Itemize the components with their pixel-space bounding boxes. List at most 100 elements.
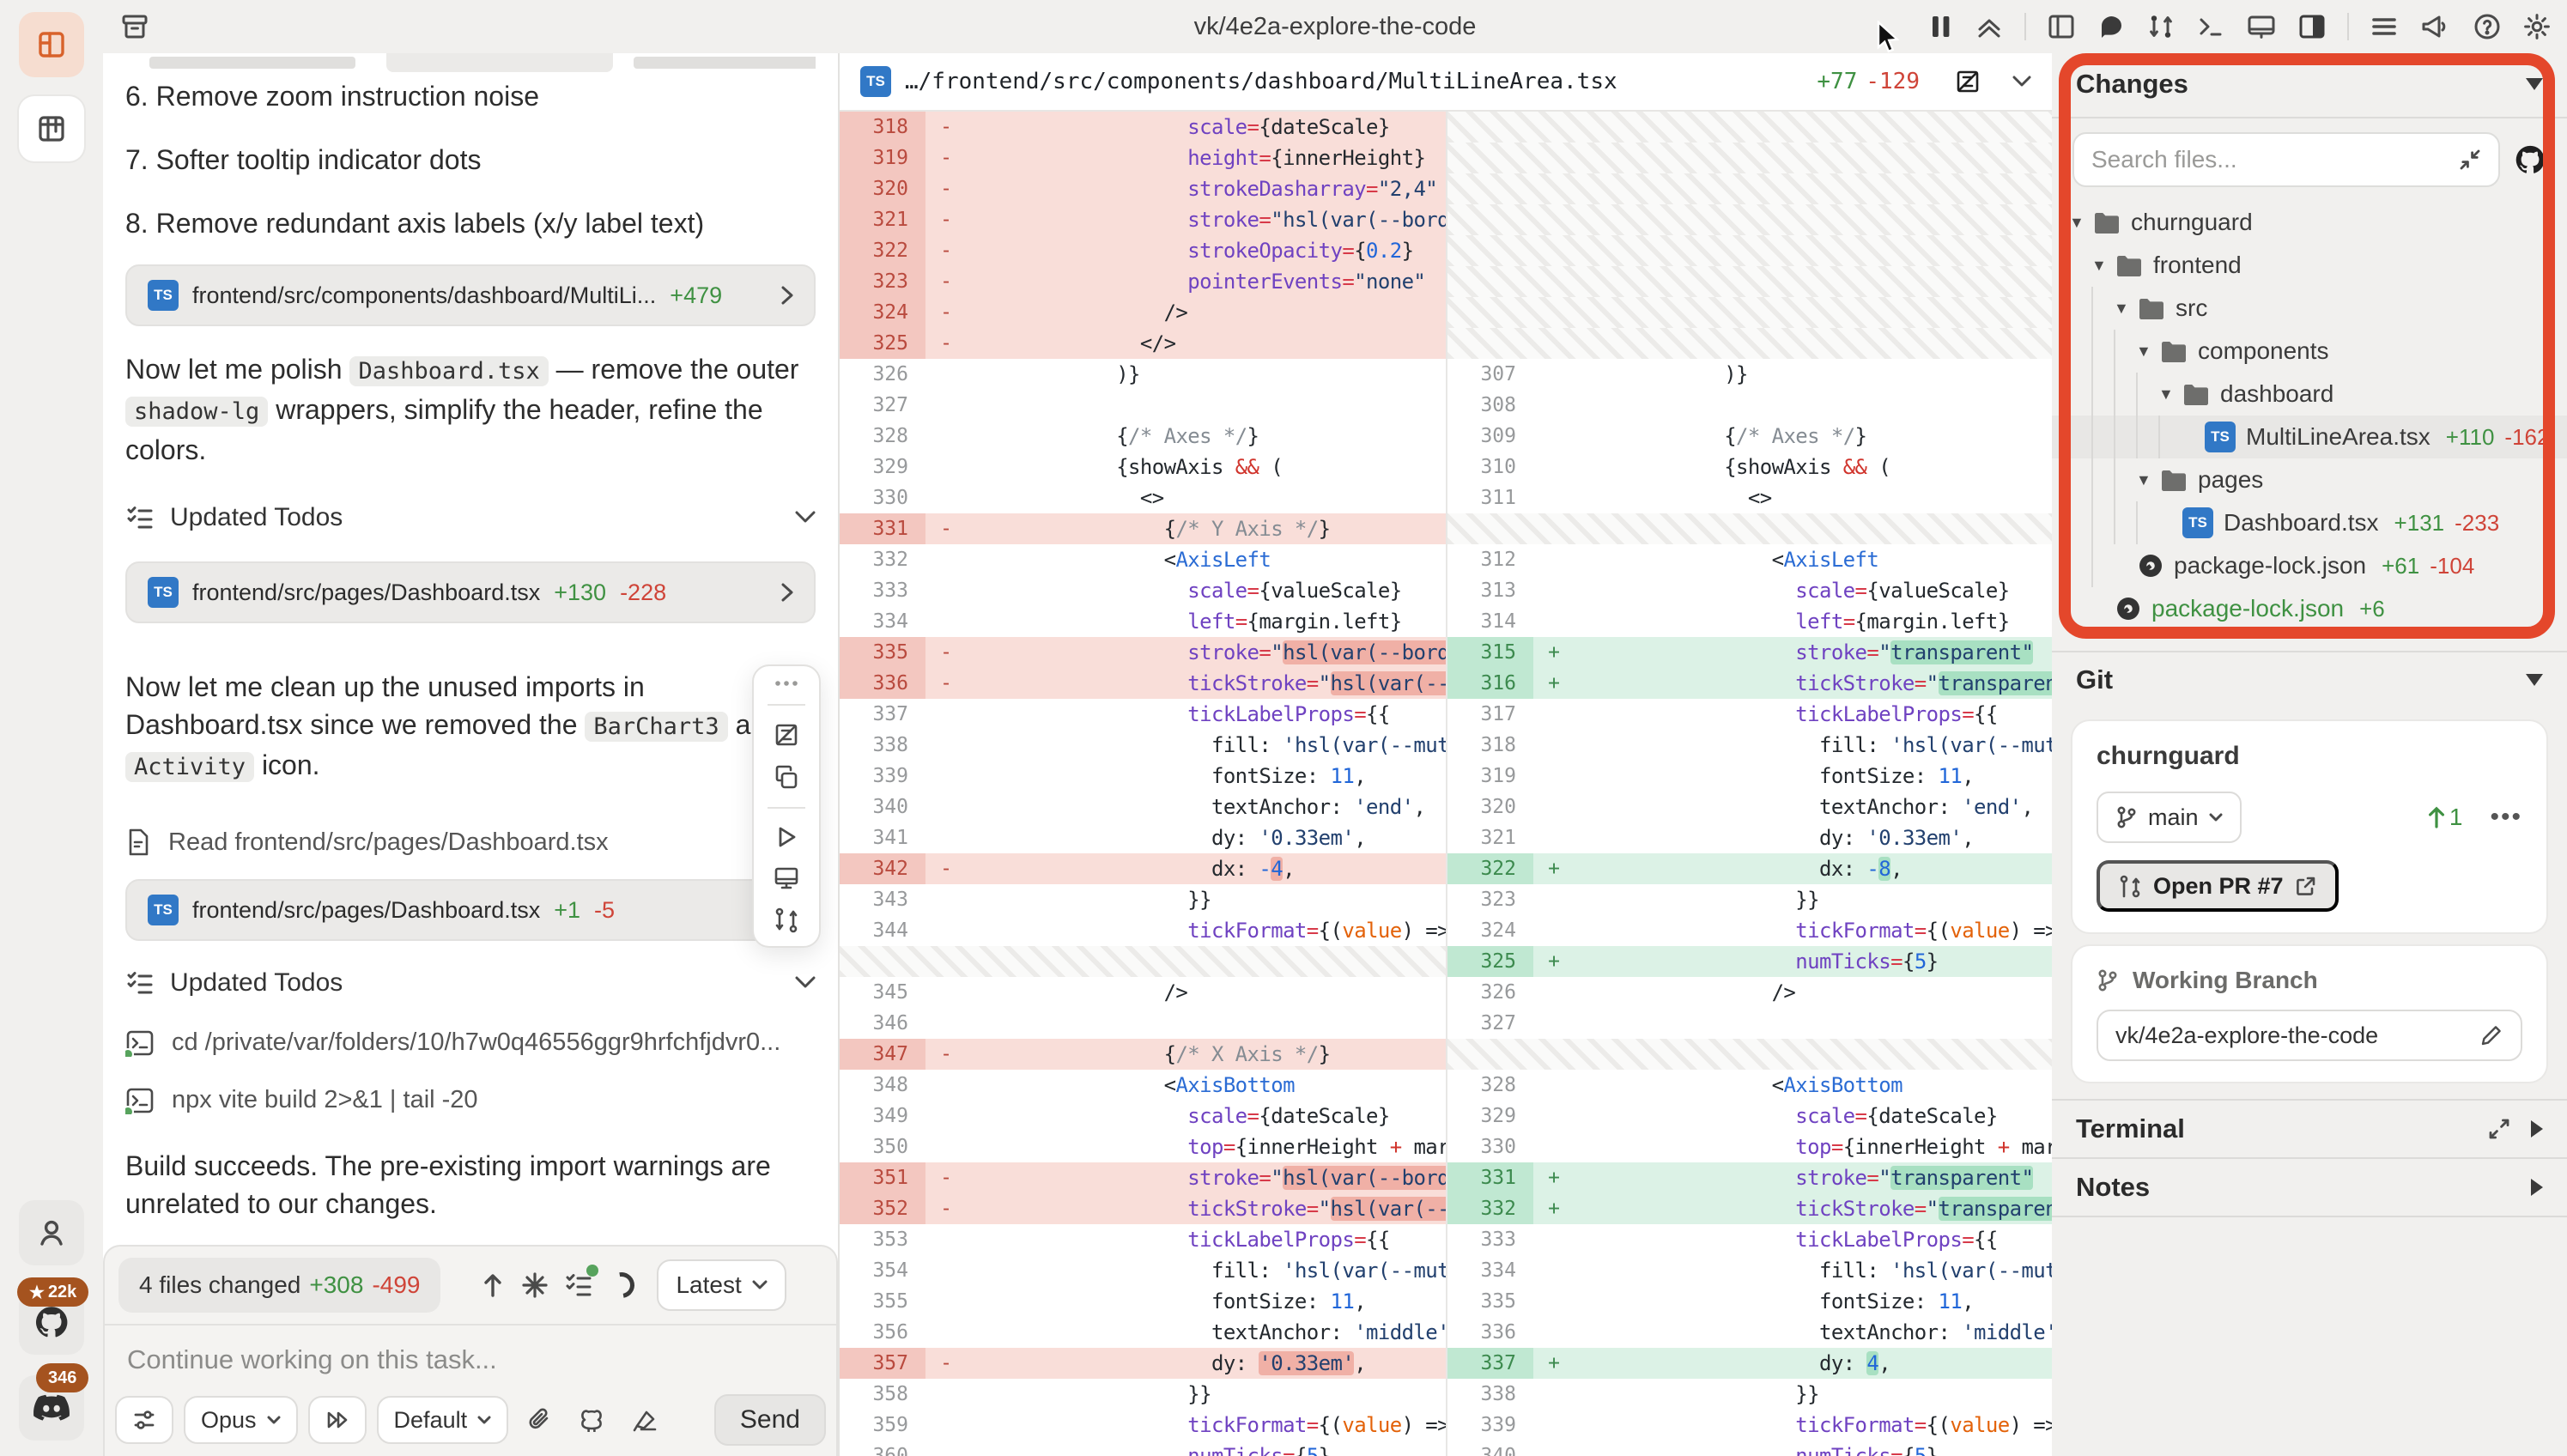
file-change-chip[interactable]: TSfrontend/src/pages/Dashboard.tsx+1-5 (125, 879, 816, 941)
github-icon[interactable] (570, 1408, 613, 1432)
settings-gear-icon[interactable] (2522, 12, 2552, 41)
folder-chevron-icon[interactable]: ▼ (2114, 300, 2138, 318)
diff-row[interactable]: 322- strokeOpacity={0.2} (840, 235, 2052, 266)
github-octocat-icon[interactable] (2514, 143, 2546, 176)
diff-row[interactable]: 350 top={innerHeight + margin.top}330 to… (840, 1131, 2052, 1162)
diff-row[interactable]: 356 textAnchor: 'middle',336 textAnchor:… (840, 1317, 2052, 1348)
diff-row[interactable]: 347- {/* X Axis */} (840, 1039, 2052, 1070)
diff-row[interactable]: 334 left={margin.left}314 left={margin.l… (840, 606, 2052, 637)
copy-icon[interactable] (773, 764, 800, 792)
diff-row[interactable]: 325+ numTicks={5} (840, 946, 2052, 977)
terminal-icon[interactable] (2196, 13, 2225, 40)
collapse-tree-icon[interactable] (2459, 149, 2481, 171)
todos-icon[interactable] (564, 1271, 593, 1299)
working-branch-input[interactable]: vk/4e2a-explore-the-code (2097, 1010, 2522, 1061)
diff-row[interactable]: 325- </> (840, 328, 2052, 359)
fast-forward-button[interactable] (308, 1396, 367, 1444)
scroll-up-icon[interactable] (480, 1271, 506, 1299)
diff-row[interactable]: 329 {showAxis && (310 {showAxis && ( (840, 452, 2052, 482)
message-input[interactable]: Continue working on this task... (105, 1326, 836, 1394)
diff-view-icon[interactable] (773, 721, 800, 749)
diff-row[interactable]: 341 dy: '0.33em',321 dy: '0.33em', (840, 822, 2052, 853)
diff-row[interactable]: 352- tickStroke="hsl(var(--border332+ ti… (840, 1193, 2052, 1224)
edit-pencil-icon[interactable] (2479, 1023, 2503, 1047)
tree-folder-pages[interactable]: ▼pages (2052, 458, 2567, 501)
folder-chevron-icon[interactable]: ▼ (2091, 257, 2115, 275)
diff-row[interactable]: 343 }}323 }} (840, 884, 2052, 915)
collapse-file-chevron-icon[interactable] (2012, 76, 2031, 88)
tree-folder-frontend[interactable]: ▼frontend (2052, 244, 2567, 287)
chevron-down-icon[interactable] (795, 976, 816, 990)
files-changed-pill[interactable]: 4 files changed +308 -499 (118, 1258, 440, 1313)
diff-row[interactable]: 331- {/* Y Axis */} (840, 513, 2052, 544)
model-dropdown[interactable]: Opus (184, 1396, 298, 1444)
tree-file-Dashboard.tsx[interactable]: TSDashboard.tsx+131-233 (2052, 501, 2567, 544)
megaphone-icon[interactable] (2419, 13, 2452, 40)
diff-row[interactable]: 345 />326 /> (840, 977, 2052, 1008)
display-icon[interactable] (2246, 13, 2277, 40)
tree-folder-src[interactable]: ▼src (2052, 287, 2567, 330)
tree-folder-dashboard[interactable]: ▼dashboard (2052, 373, 2567, 416)
help-icon[interactable] (2473, 12, 2502, 41)
diff-row[interactable]: 318- scale={dateScale} (840, 112, 2052, 143)
diff-row[interactable]: 319- height={innerHeight} (840, 143, 2052, 173)
chevron-down-icon[interactable] (795, 511, 816, 525)
expand-icon[interactable] (2488, 1118, 2510, 1140)
diff-row[interactable]: 323- pointerEvents="none" (840, 266, 2052, 297)
collapse-triangle-icon[interactable] (2526, 674, 2543, 686)
diff-row[interactable]: 335- stroke="hsl(var(--border))"315+ str… (840, 637, 2052, 668)
updated-todos-toggle[interactable]: Updated Todos (125, 968, 816, 998)
diff-row[interactable]: 321- stroke="hsl(var(--border))" (840, 204, 2052, 235)
diff-row[interactable]: 332 <AxisLeft312 <AxisLeft (840, 544, 2052, 575)
diff-row[interactable]: 358 }}338 }} (840, 1379, 2052, 1410)
pause-icon[interactable] (1928, 13, 1954, 40)
search-files-input[interactable]: Search files... (2072, 132, 2500, 187)
expand-right-triangle-icon[interactable] (2531, 1120, 2543, 1138)
diff-row[interactable]: 330 <>311 <> (840, 482, 2052, 513)
tree-file-package-lock.json[interactable]: package-lock.json+6 (2052, 587, 2567, 630)
right-panel-icon[interactable] (2297, 13, 2327, 40)
diff-row[interactable]: 336- tickStroke="hsl(var(--border316+ ti… (840, 668, 2052, 699)
diff-row[interactable]: 344 tickFormat={(value) =>324 tickFormat… (840, 915, 2052, 946)
left-panel-icon[interactable] (2047, 13, 2076, 40)
expand-chip-chevron[interactable] (781, 286, 793, 305)
rail-item-account[interactable] (19, 1200, 84, 1265)
notes-section-header[interactable]: Notes (2052, 1159, 2567, 1216)
diff-row[interactable]: 357- dy: '0.33em',337+ dy: 4, (840, 1348, 2052, 1379)
diff-row[interactable]: 346327 (840, 1008, 2052, 1039)
spark-icon[interactable] (521, 1271, 549, 1299)
file-change-chip[interactable]: TSfrontend/src/components/dashboard/Mult… (125, 264, 816, 326)
folder-chevron-icon[interactable]: ▼ (2069, 214, 2093, 232)
tree-file-MultiLineArea.tsx[interactable]: TSMultiLineArea.tsx+110-162 (2052, 416, 2567, 458)
highlighter-icon[interactable] (623, 1408, 666, 1432)
diff-row[interactable]: 333 scale={valueScale}313 scale={valueSc… (840, 575, 2052, 606)
diff-row[interactable]: 342- dx: -4,322+ dx: -8, (840, 853, 2052, 884)
changes-section-header[interactable]: Changes (2052, 53, 2567, 101)
diff-row[interactable]: 339 fontSize: 11,319 fontSize: 11, (840, 761, 2052, 792)
diff-row[interactable]: 326 )}307 )} (840, 359, 2052, 390)
collapse-triangle-icon[interactable] (2526, 78, 2543, 90)
updated-todos-toggle[interactable]: Updated Todos (125, 503, 816, 532)
diff-row[interactable]: 348 <AxisBottom328 <AxisBottom (840, 1070, 2052, 1101)
repo-more-icon[interactable]: ••• (2490, 803, 2522, 832)
folder-chevron-icon[interactable]: ▼ (2136, 471, 2160, 489)
settings-sliders-button[interactable] (115, 1396, 173, 1444)
folder-chevron-icon[interactable]: ▼ (2136, 343, 2160, 361)
open-pr-button[interactable]: Open PR #7 (2097, 860, 2339, 912)
tree-folder-churnguard[interactable]: ▼churnguard (2052, 201, 2567, 244)
diff-row[interactable]: 337 tickLabelProps={{317 tickLabelProps=… (840, 699, 2052, 730)
git-section-header[interactable]: Git (2052, 652, 2567, 707)
diff-row[interactable]: 327308 (840, 390, 2052, 421)
diff-view-icon[interactable] (1954, 68, 1981, 95)
more-options-icon[interactable] (773, 678, 800, 689)
diff-row[interactable]: 353 tickLabelProps={{333 tickLabelProps=… (840, 1224, 2052, 1255)
diff-row[interactable]: 355 fontSize: 11,335 fontSize: 11, (840, 1286, 2052, 1317)
mode-dropdown[interactable]: Default (377, 1396, 509, 1444)
expand-chip-chevron[interactable] (781, 583, 793, 602)
diff-file-header[interactable]: TS …/frontend/src/components/dashboard/M… (840, 53, 2052, 112)
attach-icon[interactable] (519, 1407, 560, 1433)
git-diff-icon[interactable] (2146, 13, 2176, 40)
diff-row[interactable]: 338 fill: 'hsl(var(--muted-fg'318 fill: … (840, 730, 2052, 761)
chat-scroll-area[interactable]: 6. Remove zoom instruction noise7. Softe… (103, 53, 838, 1245)
run-icon[interactable] (774, 824, 799, 850)
